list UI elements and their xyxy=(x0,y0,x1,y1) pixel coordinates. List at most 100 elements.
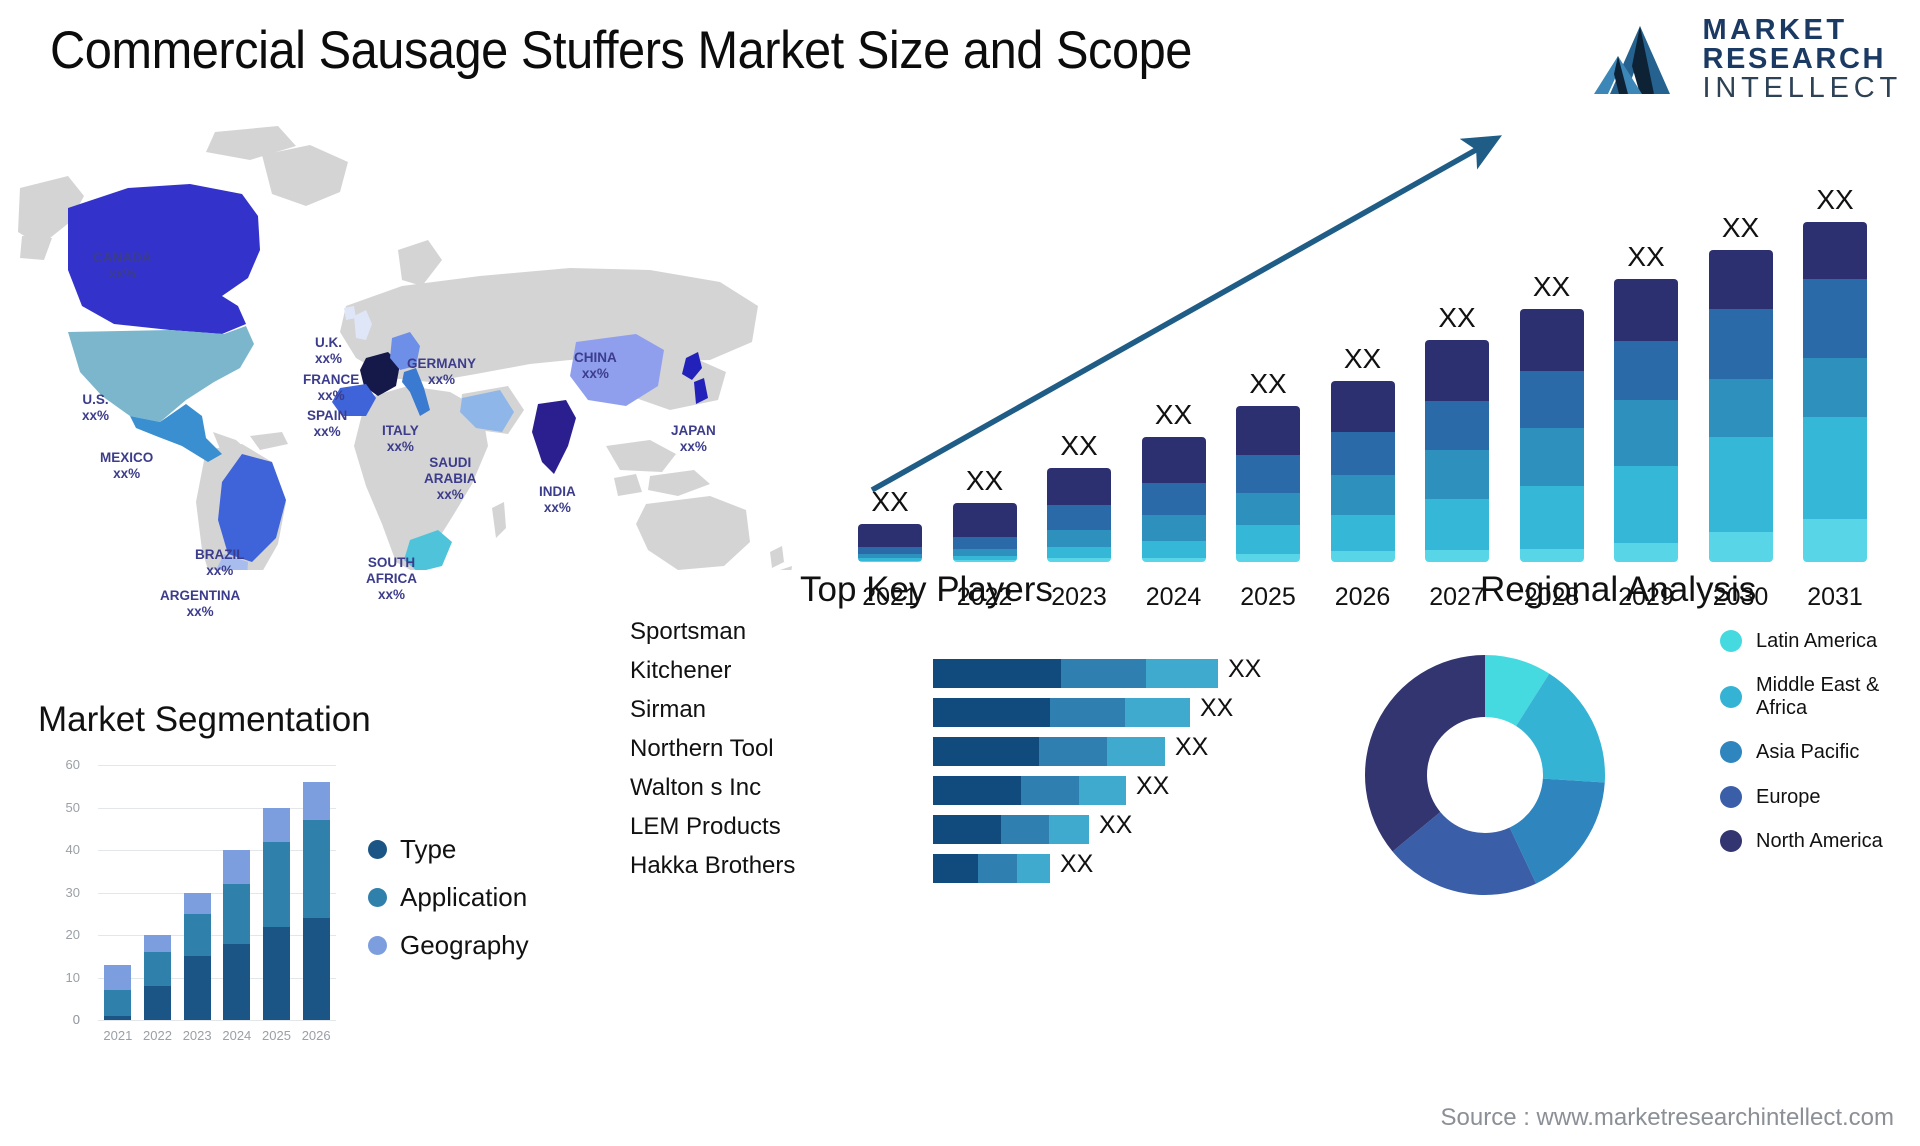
player-bar-value: XX xyxy=(1136,772,1170,800)
regional-legend-label: Asia Pacific xyxy=(1756,741,1860,764)
regional-legend-item[interactable]: North America xyxy=(1720,829,1883,853)
regional-legend-label: Latin America xyxy=(1756,630,1878,652)
source-text: Source : www.marketresearchintellect.com xyxy=(1440,1104,1895,1131)
player-bar xyxy=(933,659,1218,688)
growth-bar-segment xyxy=(1519,308,1584,372)
segmentation-bar-segment xyxy=(104,964,132,991)
regional-legend-item[interactable]: Latin America xyxy=(1720,630,1883,653)
segmentation-bar-segment xyxy=(223,943,251,1020)
segmentation-gridline xyxy=(98,765,336,766)
growth-bar-segment xyxy=(1141,514,1206,542)
top-key-players-panel: Top Key Players Sportsman Kitchener XX Sirm… xyxy=(630,570,1290,900)
growth-bar-segment xyxy=(952,537,1017,549)
map-label-india: INDIA xx% xyxy=(539,484,576,516)
map-label-italy: ITALY xx% xyxy=(382,423,419,455)
growth-bar-segment xyxy=(1425,498,1489,550)
growth-bar-segment xyxy=(1047,467,1111,506)
segmentation-bar-segment xyxy=(104,990,132,1016)
growth-bar-segment xyxy=(1236,406,1300,456)
segmentation-gridline xyxy=(98,807,336,809)
growth-bar xyxy=(1141,437,1206,562)
map-country-value: xx% xyxy=(186,603,214,619)
map-label-south-africa: SOUTH AFRICA xx% xyxy=(366,555,417,603)
map-country-value: xx% xyxy=(317,387,345,403)
map-country-value: xx% xyxy=(108,265,136,281)
map-country-value: xx% xyxy=(377,586,406,602)
segmentation-bar-segment xyxy=(104,1015,132,1020)
player-bar-segment xyxy=(1050,698,1125,727)
legend-dot-icon xyxy=(368,935,387,955)
growth-bar-segment xyxy=(1236,525,1300,554)
growth-bar-segment xyxy=(1708,531,1773,562)
segmentation-gridline xyxy=(98,892,336,894)
segmentation-gridline xyxy=(98,935,336,936)
player-bar-segment xyxy=(933,776,1021,805)
segmentation-bar-segment xyxy=(263,841,290,927)
player-bar xyxy=(933,737,1165,766)
map-label-china: CHINA xx% xyxy=(574,350,617,382)
growth-bar-segment xyxy=(1803,358,1867,417)
map-country-value: xx% xyxy=(543,499,571,515)
segmentation-bar xyxy=(104,964,132,1020)
segmentation-bar-segment xyxy=(302,820,330,918)
segmentation-legend-item[interactable]: Application xyxy=(368,873,529,921)
segmentation-x-tick: 2025 xyxy=(262,1028,291,1043)
player-bar-segment xyxy=(1021,776,1079,805)
mountain-m-logo-icon xyxy=(1594,25,1671,94)
map-label-argentina: ARGENTINA xx% xyxy=(160,588,240,620)
map-country-name: CANADA xyxy=(93,250,152,265)
segmentation-legend-label: Type xyxy=(400,833,457,864)
segmentation-legend-item[interactable]: Type xyxy=(368,825,529,873)
growth-bar xyxy=(1614,278,1678,562)
growth-bar-segment xyxy=(1330,380,1395,432)
growth-bar-segment xyxy=(1236,455,1300,494)
segmentation-x-tick: 2022 xyxy=(143,1028,172,1043)
growth-bar-segment xyxy=(1519,427,1584,487)
map-country-name: BRAZIL xyxy=(195,547,245,562)
regional-legend-item[interactable]: Middle East & Africa xyxy=(1720,674,1883,719)
legend-dot-icon xyxy=(1720,785,1742,808)
segmentation-bar-segment xyxy=(144,952,171,986)
map-country-name: SOUTH AFRICA xyxy=(366,555,417,586)
growth-bar-segment xyxy=(952,503,1017,538)
growth-bar xyxy=(1330,380,1395,562)
segmentation-bar-segment xyxy=(223,884,251,944)
segmentation-y-tick: 40 xyxy=(65,842,80,857)
segmentation-y-tick: 20 xyxy=(65,927,80,942)
map-country-value: xx% xyxy=(679,438,707,454)
market-segmentation-title: Market Segmentation xyxy=(38,700,371,739)
segmentation-gridline xyxy=(98,977,336,979)
regional-legend-item[interactable]: Europe xyxy=(1720,786,1883,808)
growth-bar-segment xyxy=(1236,493,1300,526)
segmentation-bar-segment xyxy=(144,935,171,952)
map-country-name: FRANCE xyxy=(303,372,360,387)
regional-legend-label: North America xyxy=(1756,829,1883,852)
regional-legend-item[interactable]: Asia Pacific xyxy=(1720,741,1883,764)
segmentation-bar-segment xyxy=(223,850,251,884)
growth-bar-segment xyxy=(1425,449,1489,499)
map-label-germany: GERMANY xx% xyxy=(407,356,476,388)
map-country-name: SAUDI ARABIA xyxy=(424,455,477,486)
donut-slice xyxy=(1365,655,1485,852)
segmentation-bar xyxy=(183,892,211,1020)
top-key-players-title: Top Key Players xyxy=(800,570,1053,609)
player-bar-segment xyxy=(1125,698,1190,727)
growth-bar-segment xyxy=(1708,250,1773,309)
growth-bar-segment xyxy=(1708,437,1773,532)
segmentation-x-tick: 2023 xyxy=(182,1028,212,1043)
growth-bar-segment xyxy=(1614,278,1678,341)
segmentation-legend-item[interactable]: Geography xyxy=(368,921,529,969)
growth-bar-segment xyxy=(1047,529,1111,547)
player-bar-segment xyxy=(1107,737,1165,766)
growth-bar-segment xyxy=(1614,399,1678,466)
segmentation-bar-segment xyxy=(144,986,171,1020)
logo-line-3: INTELLECT xyxy=(1702,72,1902,104)
growth-bar-value: XX xyxy=(1343,342,1382,374)
map-country-value: xx% xyxy=(386,438,414,454)
segmentation-legend-label: Application xyxy=(400,881,528,912)
growth-bar-value: XX xyxy=(965,465,1004,497)
growth-bar-segment xyxy=(1141,558,1206,562)
segmentation-bar-segment xyxy=(263,926,290,1020)
map-country-name: SPAIN xyxy=(307,408,348,423)
player-bar-segment xyxy=(1001,815,1049,844)
